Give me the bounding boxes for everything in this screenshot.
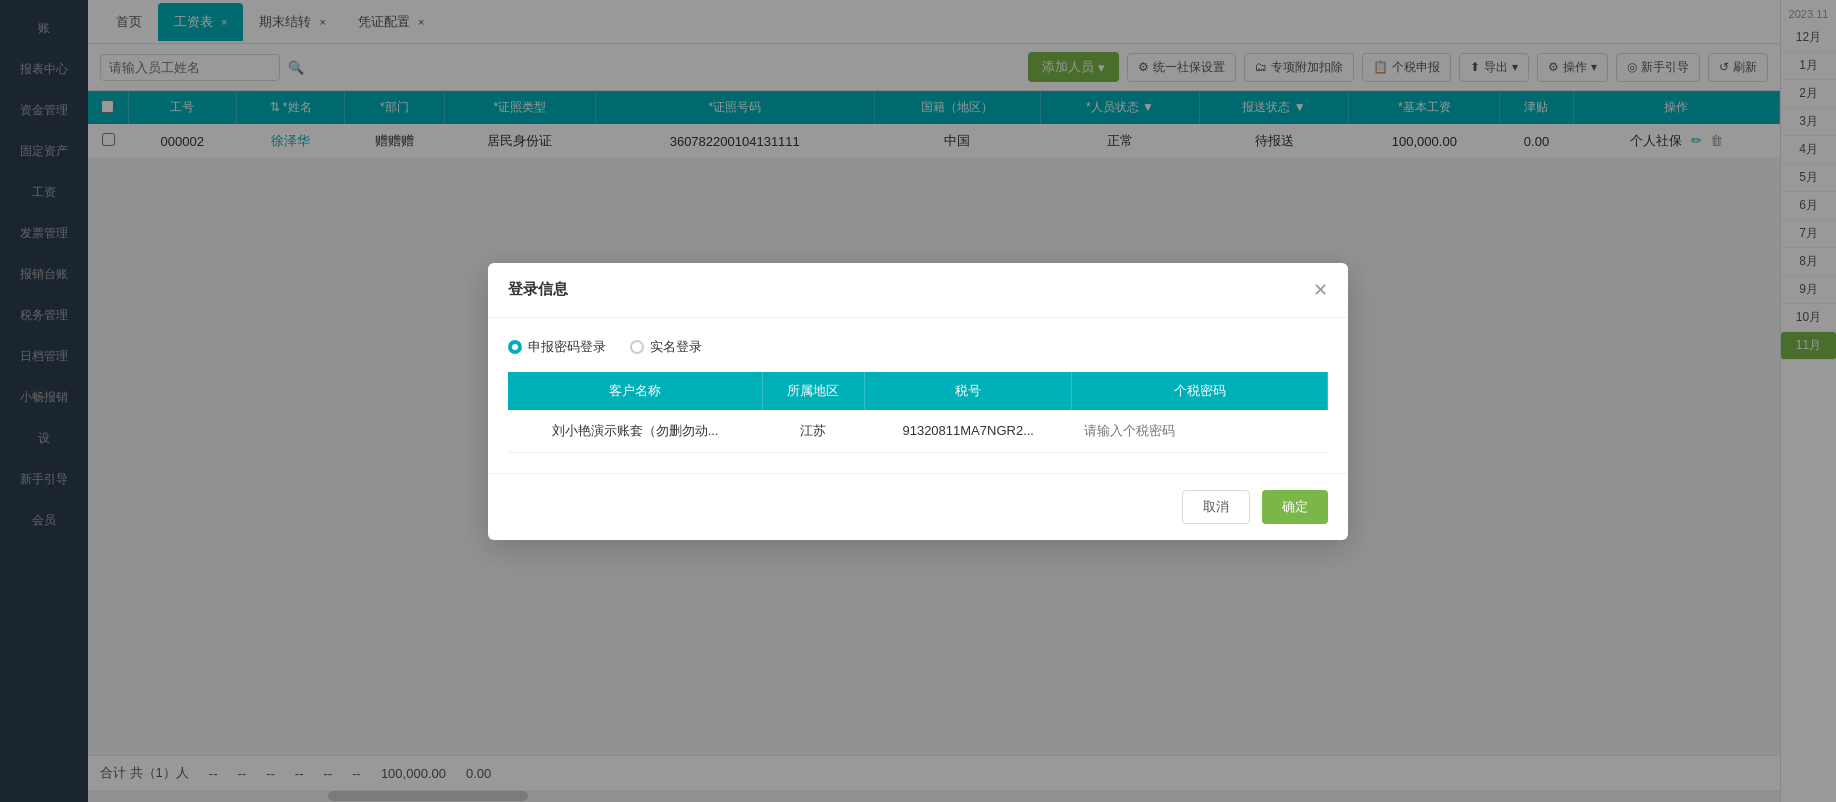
confirm-button[interactable]: 确定 xyxy=(1262,490,1328,524)
radio-password-icon xyxy=(508,340,522,354)
modal-title: 登录信息 xyxy=(508,280,568,299)
modal-cell-region: 江苏 xyxy=(762,410,865,453)
modal-cell-client: 刘小艳演示账套（勿删勿动... xyxy=(508,410,762,453)
radio-password-login[interactable]: 申报密码登录 xyxy=(508,338,606,356)
modal-col-tax-number: 税号 xyxy=(865,372,1072,410)
radio-realname-login[interactable]: 实名登录 xyxy=(630,338,702,356)
modal-header: 登录信息 ✕ xyxy=(488,263,1348,318)
modal-col-password: 个税密码 xyxy=(1072,372,1328,410)
radio-realname-icon xyxy=(630,340,644,354)
modal-col-region: 所属地区 xyxy=(762,372,865,410)
modal-footer: 取消 确定 xyxy=(488,473,1348,540)
modal-cell-tax-number: 91320811MA7NGR2... xyxy=(865,410,1072,453)
login-modal: 登录信息 ✕ 申报密码登录 实名登录 客户名称 所属 xyxy=(488,263,1348,540)
modal-table: 客户名称 所属地区 税号 个税密码 刘小艳演示账套（勿删勿动... 江苏 913… xyxy=(508,372,1328,453)
modal-close-button[interactable]: ✕ xyxy=(1313,279,1328,301)
modal-table-row: 刘小艳演示账套（勿删勿动... 江苏 91320811MA7NGR2... xyxy=(508,410,1328,453)
modal-cell-password[interactable] xyxy=(1072,410,1328,453)
modal-body: 申报密码登录 实名登录 客户名称 所属地区 税号 个税密码 xyxy=(488,318,1348,473)
cancel-button[interactable]: 取消 xyxy=(1182,490,1250,524)
modal-col-client: 客户名称 xyxy=(508,372,762,410)
password-input[interactable] xyxy=(1084,423,1316,438)
modal-overlay: 登录信息 ✕ 申报密码登录 实名登录 客户名称 所属 xyxy=(0,0,1836,802)
radio-row: 申报密码登录 实名登录 xyxy=(508,338,1328,356)
